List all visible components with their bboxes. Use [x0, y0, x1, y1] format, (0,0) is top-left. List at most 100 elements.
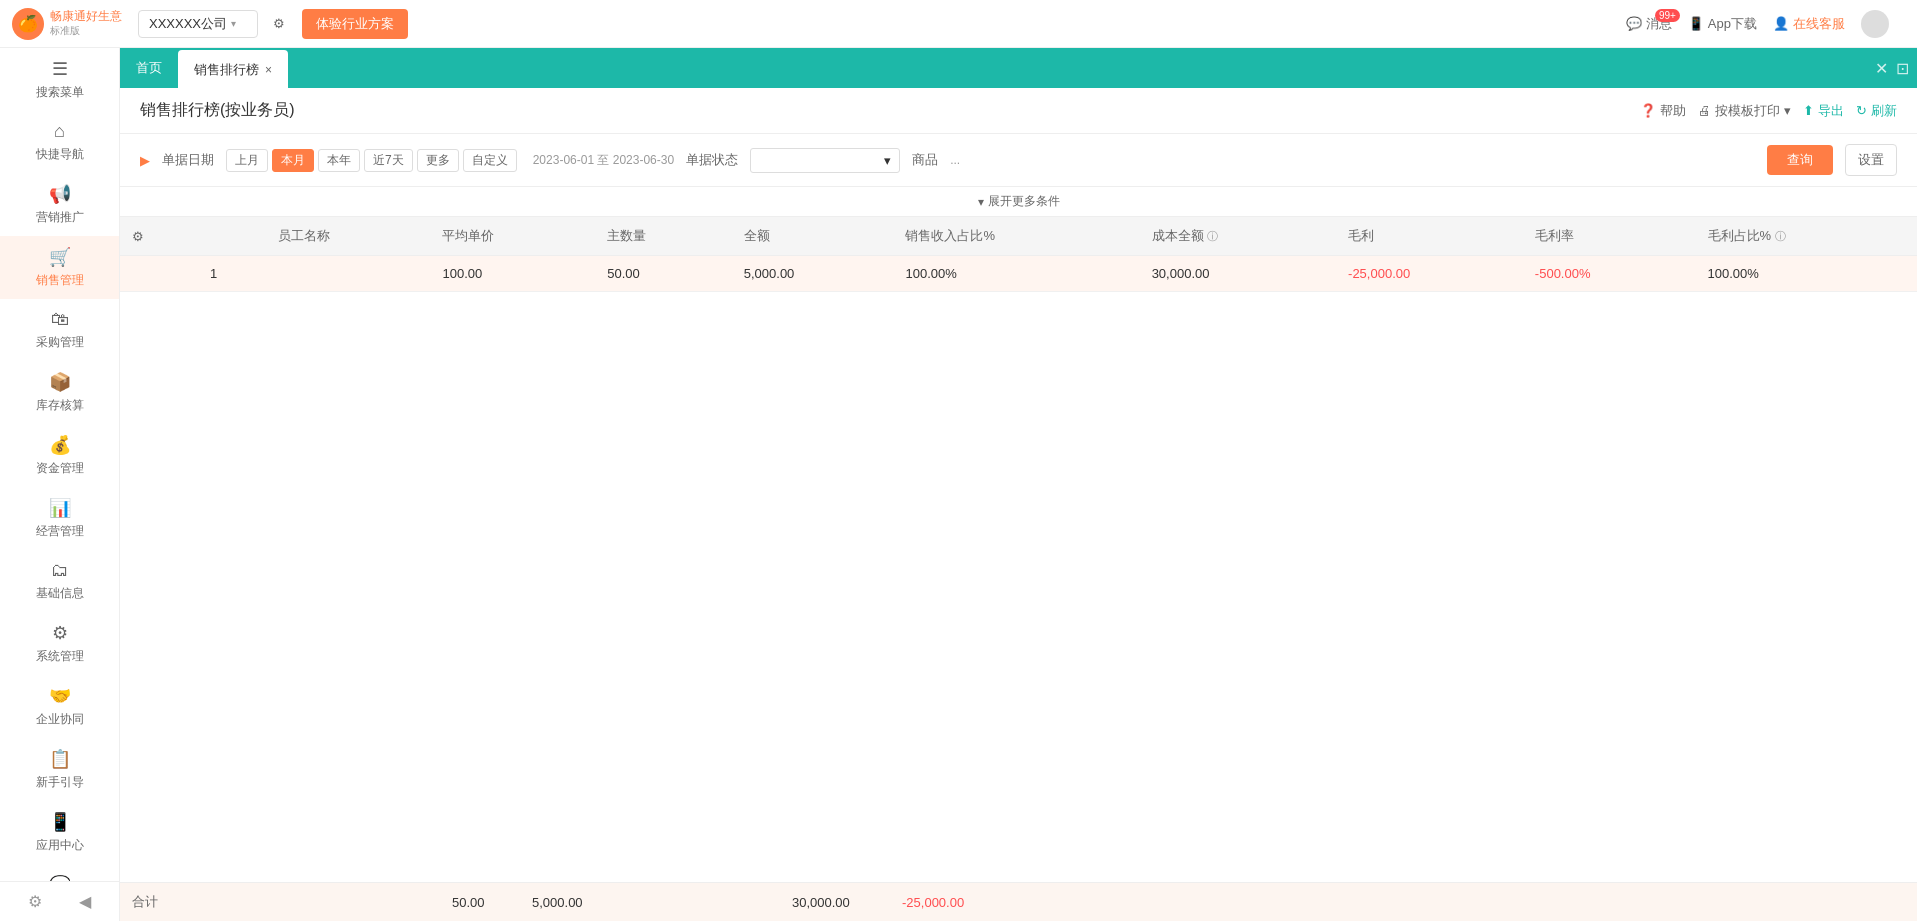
sidebar-item-enterprise-wechat[interactable]: 💬 企业微信	[0, 864, 119, 881]
sidebar: ☰ 搜索菜单 ⌂ 快捷导航 📢 营销推广 🛒 销售管理 🛍 采购管理	[0, 48, 120, 921]
enterprise-wechat-icon: 💬	[49, 874, 71, 881]
current-month-btn[interactable]: 本月	[272, 149, 314, 172]
enterprise-collab-icon: 🤝	[49, 685, 71, 707]
sidebar-label-system: 系统管理	[36, 648, 84, 665]
status-select-chevron-icon: ▾	[884, 153, 891, 168]
footer-gross-profit-val: -25,000.00	[902, 895, 964, 910]
company-selector[interactable]: XXXXXX公司 ▾	[138, 10, 258, 38]
tab-close-window-icon[interactable]: ✕	[1875, 59, 1888, 78]
print-icon: 🖨	[1698, 103, 1711, 118]
help-label: 帮助	[1660, 102, 1686, 120]
mobile-icon: 📱	[1688, 16, 1704, 31]
print-button[interactable]: 🖨 按模板打印 ▾	[1698, 102, 1791, 120]
sidebar-collapse-btn[interactable]: ◀	[79, 892, 91, 911]
filter-setting-btn[interactable]: 设置	[1845, 144, 1897, 176]
sidebar-item-inventory[interactable]: 📦 库存核算	[0, 361, 119, 424]
cell-amount: 5,000.00	[732, 256, 894, 292]
date-label: 单据日期	[162, 151, 214, 169]
sidebar-nav: ☰ 搜索菜单 ⌂ 快捷导航 📢 营销推广 🛒 销售管理 🛍 采购管理	[0, 48, 119, 881]
tab-bar: 首页 销售排行榜 × ✕ ⊡	[120, 48, 1917, 88]
expand-icon: ▶	[140, 153, 150, 168]
sidebar-item-new-guide[interactable]: 📋 新手引导	[0, 738, 119, 801]
col-rank-header	[198, 217, 266, 256]
sidebar-label-search-order: 搜索菜单	[36, 84, 84, 101]
sidebar-label-inventory: 库存核算	[36, 397, 84, 414]
help-button[interactable]: ❓ 帮助	[1640, 102, 1686, 120]
message-button[interactable]: 💬 消息 99+	[1626, 15, 1672, 33]
date-buttons: 上月 本月 本年 近7天 更多 自定义	[226, 149, 517, 172]
tab-home[interactable]: 首页	[120, 48, 178, 88]
current-year-btn[interactable]: 本年	[318, 149, 360, 172]
custom-date-btn[interactable]: 自定义	[463, 149, 517, 172]
avatar[interactable]	[1861, 10, 1889, 38]
tab-sales-ranking-label: 销售排行榜	[194, 61, 259, 79]
goods-label: 商品	[912, 151, 938, 169]
export-button[interactable]: ⬆ 导出	[1803, 102, 1844, 120]
sidebar-item-system[interactable]: ⚙ 系统管理	[0, 612, 119, 675]
new-guide-icon: 📋	[49, 748, 71, 770]
status-select[interactable]: ▾	[750, 148, 900, 173]
cell-avg-price: 100.00	[430, 256, 595, 292]
footer-qty-val: 50.00	[452, 895, 532, 910]
help-icon: ❓	[1640, 103, 1656, 118]
sidebar-item-operations[interactable]: 📊 经营管理	[0, 487, 119, 550]
tab-close-btn[interactable]: ×	[265, 63, 272, 77]
message-icon: 💬	[1626, 16, 1642, 31]
online-service-button[interactable]: 👤 在线客服	[1773, 15, 1845, 33]
refresh-label: 刷新	[1871, 102, 1897, 120]
sidebar-label-operations: 经营管理	[36, 523, 84, 540]
sidebar-label-new-guide: 新手引导	[36, 774, 84, 791]
page-header: 销售排行榜(按业务员) ❓ 帮助 🖨 按模板打印 ▾ ⬆	[120, 88, 1917, 134]
search-order-icon: ☰	[52, 58, 68, 80]
export-label: 导出	[1818, 102, 1844, 120]
col-gross-margin-header: 毛利率	[1523, 217, 1696, 256]
expand-more-icon: ▾	[978, 195, 984, 209]
settings-icon-btn[interactable]: ⚙	[264, 9, 294, 39]
col-settings-header[interactable]: ⚙	[120, 217, 198, 256]
goods-more-btn[interactable]: ...	[950, 153, 960, 167]
footer-amount-val: 5,000.00	[532, 895, 632, 910]
col-qty-header: 主数量	[595, 217, 732, 256]
expand-row: ▾ 展开更多条件	[120, 187, 1917, 217]
sidebar-bottom: ⚙ ◀	[0, 881, 119, 921]
page-title: 销售排行榜(按业务员)	[140, 100, 295, 121]
sidebar-item-basic-info[interactable]: 🗂 基础信息	[0, 550, 119, 612]
col-cost-header: 成本全额 ⓘ	[1140, 217, 1336, 256]
data-table: ⚙ 员工名称 平均单价 主数量 全额 销售收入占比% 成本全额 ⓘ 毛利 毛利率	[120, 217, 1917, 292]
tab-restore-icon[interactable]: ⊡	[1896, 59, 1909, 78]
sidebar-label-marketing: 营销推广	[36, 209, 84, 226]
cost-info-icon[interactable]: ⓘ	[1207, 230, 1218, 242]
last-month-btn[interactable]: 上月	[226, 149, 268, 172]
export-icon: ⬆	[1803, 103, 1814, 118]
sidebar-item-quick-nav[interactable]: ⌂ 快捷导航	[0, 111, 119, 173]
try-industry-button[interactable]: 体验行业方案	[302, 9, 408, 39]
cell-sales-pct: 100.00%	[893, 256, 1139, 292]
cell-gross-pct: 100.00%	[1696, 256, 1918, 292]
more-date-btn[interactable]: 更多	[417, 149, 459, 172]
last7days-btn[interactable]: 近7天	[364, 149, 413, 172]
footer-cost-val: 30,000.00	[792, 895, 902, 910]
sidebar-item-sales[interactable]: 🛒 销售管理	[0, 236, 119, 299]
sidebar-item-app-center[interactable]: 📱 应用中心	[0, 801, 119, 864]
search-button[interactable]: 查询	[1767, 145, 1833, 175]
table-row: 1 100.00 50.00 5,000.00 100.00% 30,000.0…	[120, 256, 1917, 292]
cell-gross-margin: -500.00%	[1523, 256, 1696, 292]
logo-sub: 标准版	[50, 24, 122, 38]
app-download-button[interactable]: 📱 App下载	[1688, 15, 1757, 33]
refresh-button[interactable]: ↻ 刷新	[1856, 102, 1897, 120]
footer-total-label: 合计	[132, 893, 172, 911]
sidebar-item-marketing[interactable]: 📢 营销推广	[0, 173, 119, 236]
sidebar-item-enterprise-collab[interactable]: 🤝 企业协同	[0, 675, 119, 738]
sidebar-item-search-order[interactable]: ☰ 搜索菜单	[0, 48, 119, 111]
sidebar-item-purchase[interactable]: 🛍 采购管理	[0, 299, 119, 361]
sidebar-label-sales: 销售管理	[36, 272, 84, 289]
gross-pct-info-icon[interactable]: ⓘ	[1775, 230, 1786, 242]
expand-more-button[interactable]: ▾ 展开更多条件	[978, 193, 1060, 210]
inventory-icon: 📦	[49, 371, 71, 393]
tab-sales-ranking[interactable]: 销售排行榜 ×	[178, 50, 288, 90]
filter-expand-btn[interactable]: ▶	[140, 153, 150, 168]
sidebar-settings-btn[interactable]: ⚙	[28, 892, 42, 911]
finance-icon: 💰	[49, 434, 71, 456]
cell-settings	[120, 256, 198, 292]
sidebar-item-finance[interactable]: 💰 资金管理	[0, 424, 119, 487]
